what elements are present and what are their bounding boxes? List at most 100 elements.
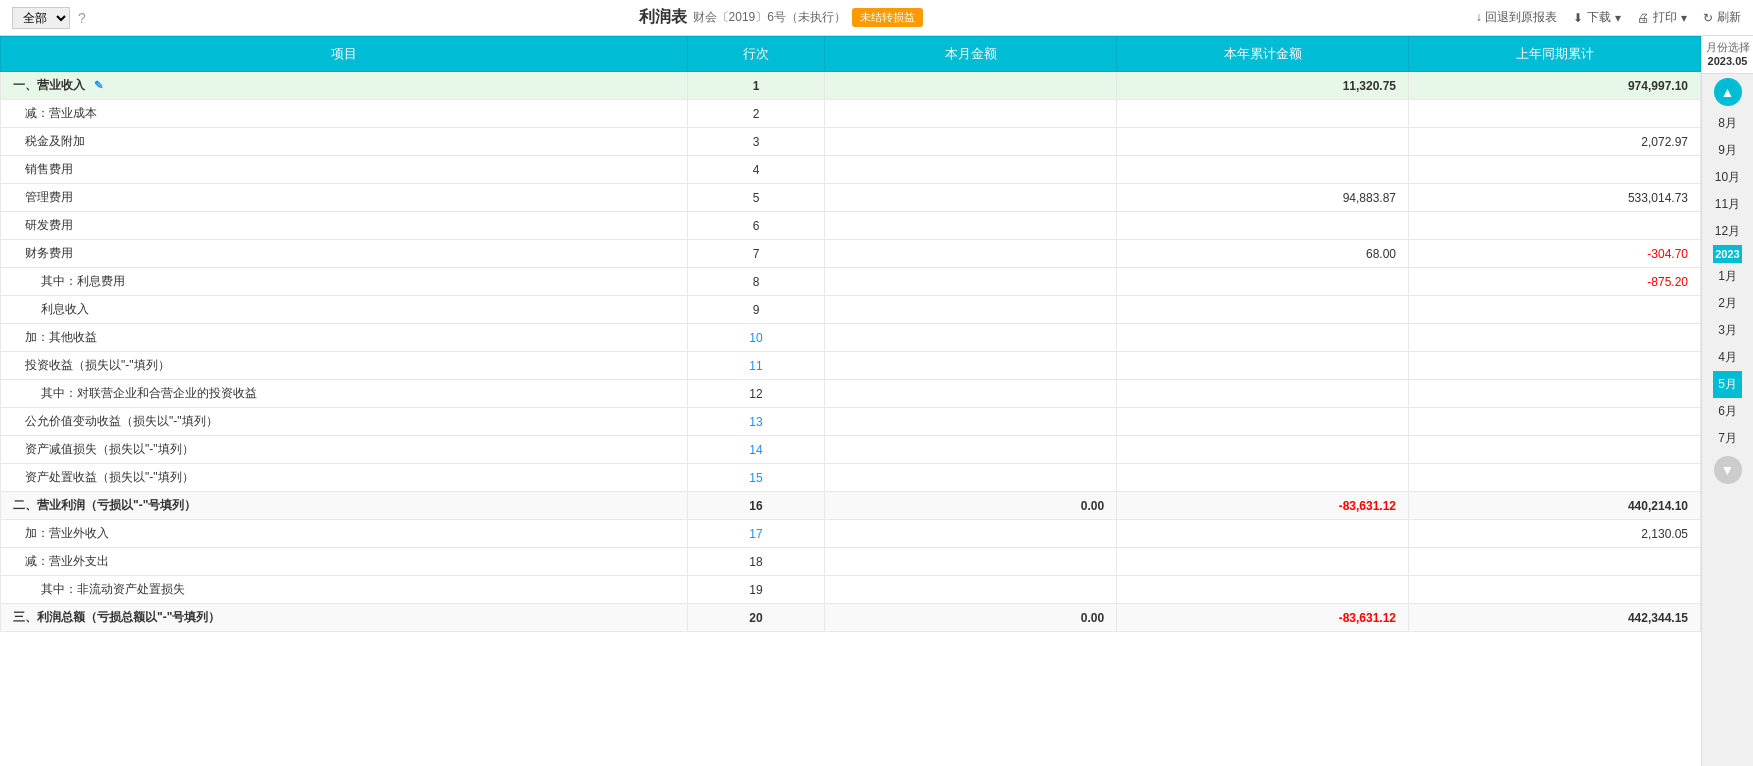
row-prev-amount — [1409, 380, 1701, 408]
row-item-label: 其中：对联营企业和合营企业的投资收益 — [1, 380, 688, 408]
row-line-number: 12 — [687, 380, 824, 408]
table-row: 利息收入9 — [1, 296, 1701, 324]
month-item[interactable]: 10月 — [1713, 164, 1742, 191]
row-prev-amount: -304.70 — [1409, 240, 1701, 268]
row-prev-amount — [1409, 156, 1701, 184]
year-label: 2023 — [1713, 245, 1742, 263]
row-month-amount — [825, 464, 1117, 492]
row-prev-amount: 974,997.10 — [1409, 72, 1701, 100]
row-item-label: 税金及附加 — [1, 128, 688, 156]
row-prev-amount: -875.20 — [1409, 268, 1701, 296]
table-row: 其中：非流动资产处置损失19 — [1, 576, 1701, 604]
month-item[interactable]: 5月 — [1713, 371, 1742, 398]
row-month-amount — [825, 72, 1117, 100]
row-month-amount — [825, 520, 1117, 548]
row-ytd-amount — [1117, 464, 1409, 492]
scroll-up-button[interactable]: ▲ — [1714, 78, 1742, 106]
page-title: 利润表 — [639, 7, 687, 28]
help-icon[interactable]: ? — [78, 10, 86, 26]
row-line-number: 11 — [687, 352, 824, 380]
month-item[interactable]: 2月 — [1713, 290, 1742, 317]
row-item-label: 资产减值损失（损失以"-"填列） — [1, 436, 688, 464]
row-prev-amount — [1409, 212, 1701, 240]
row-item-label: 三、利润总额（亏损总额以"-"号填列） — [1, 604, 688, 632]
month-item[interactable]: 8月 — [1713, 110, 1742, 137]
row-line-number: 15 — [687, 464, 824, 492]
row-item-label: 研发费用 — [1, 212, 688, 240]
table-row: 其中：利息费用8-875.20 — [1, 268, 1701, 296]
download-button[interactable]: ⬇ 下载 ▾ — [1573, 9, 1621, 26]
row-month-amount — [825, 156, 1117, 184]
row-month-amount — [825, 436, 1117, 464]
report-table: 项目 行次 本月金额 本年累计金额 上年同期累计 一、营业收入 ✎111,320… — [0, 36, 1701, 632]
row-ytd-amount — [1117, 100, 1409, 128]
row-month-amount — [825, 100, 1117, 128]
print-button[interactable]: 🖨 打印 ▾ — [1637, 9, 1687, 26]
month-item[interactable]: 4月 — [1713, 344, 1742, 371]
chevron-down-icon: ▾ — [1615, 11, 1621, 25]
row-month-amount — [825, 296, 1117, 324]
table-row: 减：营业外支出18 — [1, 548, 1701, 576]
row-item-label: 公允价值变动收益（损失以"-"填列） — [1, 408, 688, 436]
row-ytd-amount — [1117, 548, 1409, 576]
row-line-number: 18 — [687, 548, 824, 576]
download-icon: ⬇ — [1573, 11, 1583, 25]
month-item[interactable]: 1月 — [1713, 263, 1742, 290]
scope-dropdown[interactable]: 全部 — [12, 7, 70, 29]
row-ytd-amount — [1117, 296, 1409, 324]
table-row: 投资收益（损失以"-"填列）11 — [1, 352, 1701, 380]
row-ytd-amount — [1117, 408, 1409, 436]
row-month-amount — [825, 324, 1117, 352]
row-line-number: 17 — [687, 520, 824, 548]
table-row: 税金及附加32,072.97 — [1, 128, 1701, 156]
row-ytd-amount — [1117, 352, 1409, 380]
month-item[interactable]: 3月 — [1713, 317, 1742, 344]
row-prev-amount: 533,014.73 — [1409, 184, 1701, 212]
month-item[interactable]: 6月 — [1713, 398, 1742, 425]
month-item[interactable]: 9月 — [1713, 137, 1742, 164]
row-prev-amount: 442,344.15 — [1409, 604, 1701, 632]
row-month-amount — [825, 352, 1117, 380]
row-prev-amount — [1409, 352, 1701, 380]
month-item[interactable]: 11月 — [1713, 191, 1742, 218]
row-month-amount — [825, 240, 1117, 268]
row-prev-amount — [1409, 436, 1701, 464]
table-row: 减：营业成本2 — [1, 100, 1701, 128]
month-item[interactable]: 7月 — [1713, 425, 1742, 452]
month-item[interactable]: 12月 — [1713, 218, 1742, 245]
table-area: 项目 行次 本月金额 本年累计金额 上年同期累计 一、营业收入 ✎111,320… — [0, 36, 1701, 766]
col-header-month: 本月金额 — [825, 37, 1117, 72]
table-row: 加：其他收益10 — [1, 324, 1701, 352]
row-line-number: 20 — [687, 604, 824, 632]
row-item-label: 利息收入 — [1, 296, 688, 324]
row-item-label: 减：营业外支出 — [1, 548, 688, 576]
row-prev-amount — [1409, 408, 1701, 436]
table-row: 资产减值损失（损失以"-"填列）14 — [1, 436, 1701, 464]
back-button[interactable]: ↓ 回退到原报表 — [1476, 9, 1557, 26]
edit-icon[interactable]: ✎ — [91, 79, 103, 91]
subtitle: 财会〔2019〕6号（未执行） — [693, 9, 846, 26]
col-header-item: 项目 — [1, 37, 688, 72]
row-ytd-amount: 11,320.75 — [1117, 72, 1409, 100]
refresh-button[interactable]: ↻ 刷新 — [1703, 9, 1741, 26]
row-line-number: 1 — [687, 72, 824, 100]
print-icon: 🖨 — [1637, 11, 1649, 25]
row-line-number: 5 — [687, 184, 824, 212]
row-month-amount — [825, 380, 1117, 408]
row-ytd-amount — [1117, 212, 1409, 240]
row-item-label: 加：营业外收入 — [1, 520, 688, 548]
row-item-label: 一、营业收入 ✎ — [1, 72, 688, 100]
row-line-number: 3 — [687, 128, 824, 156]
unfinished-badge: 未结转损益 — [852, 8, 923, 27]
row-month-amount — [825, 212, 1117, 240]
row-ytd-amount — [1117, 520, 1409, 548]
row-item-label: 减：营业成本 — [1, 100, 688, 128]
row-item-label: 投资收益（损失以"-"填列） — [1, 352, 688, 380]
top-left: 全部 ? — [12, 7, 86, 29]
table-row: 研发费用6 — [1, 212, 1701, 240]
row-line-number: 7 — [687, 240, 824, 268]
scroll-down-button[interactable]: ▼ — [1714, 456, 1742, 484]
row-line-number: 10 — [687, 324, 824, 352]
table-row: 加：营业外收入172,130.05 — [1, 520, 1701, 548]
table-row: 公允价值变动收益（损失以"-"填列）13 — [1, 408, 1701, 436]
